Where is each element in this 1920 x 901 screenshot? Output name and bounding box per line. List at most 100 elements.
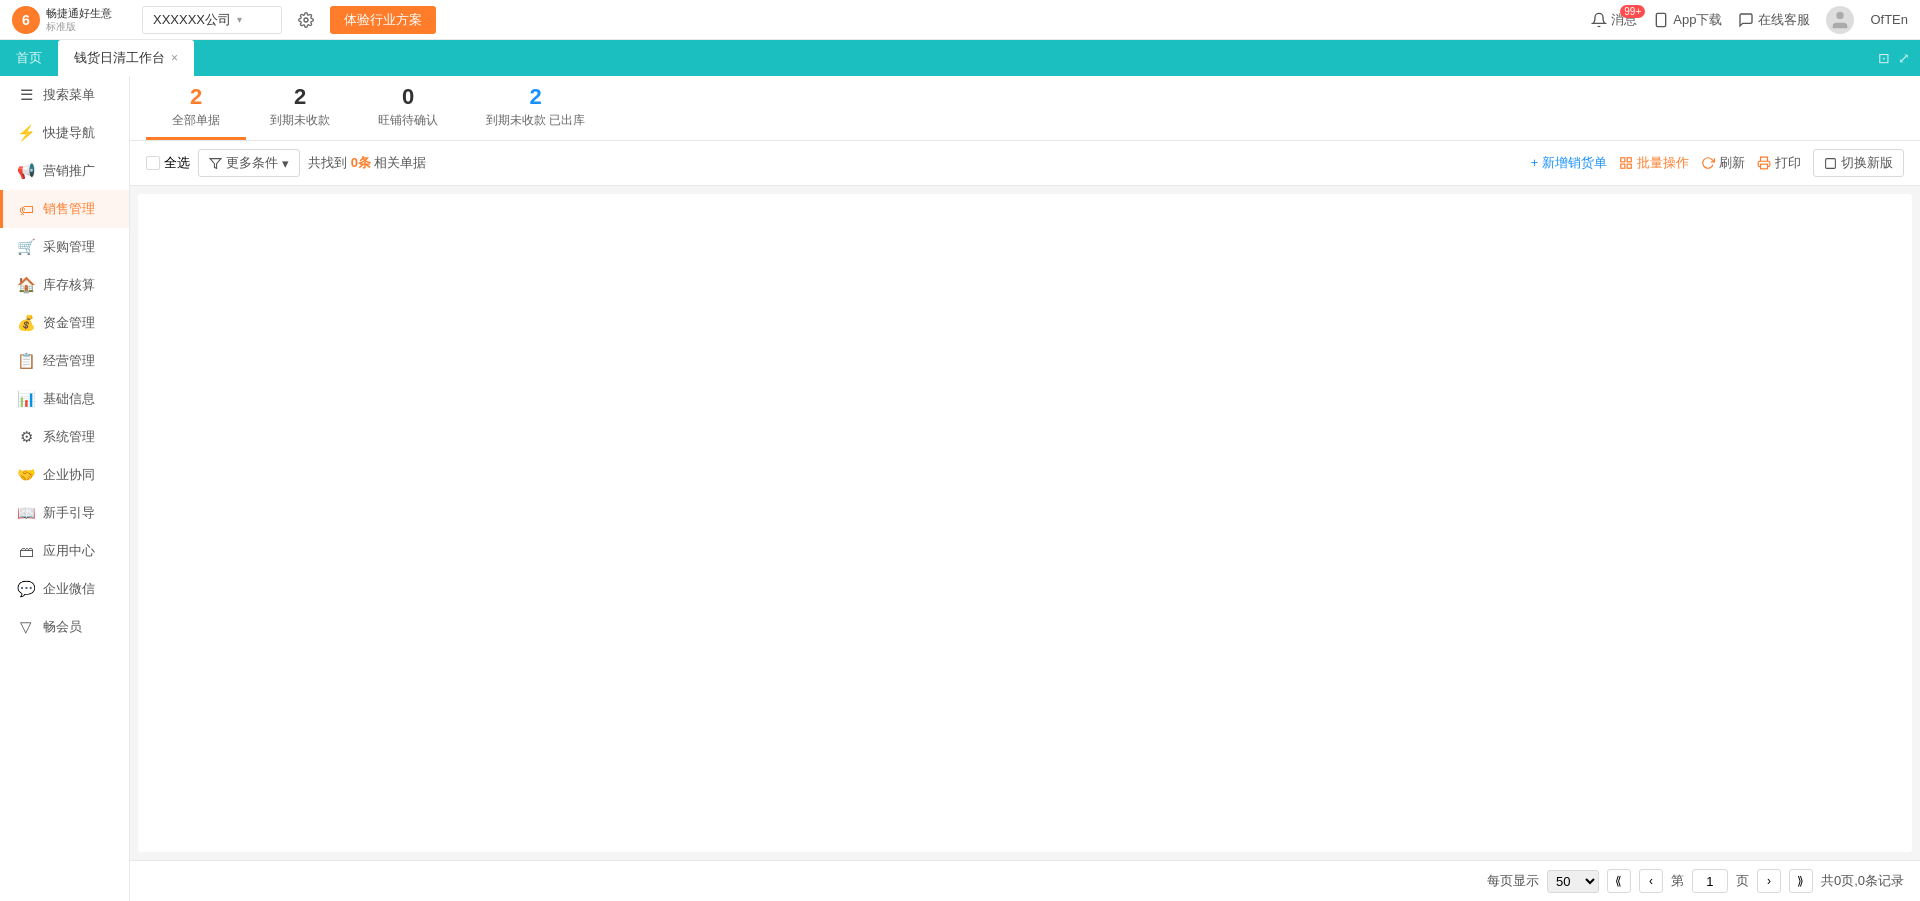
svg-rect-9 xyxy=(1761,164,1768,169)
stat-label-overdue: 到期未收款 xyxy=(270,112,330,129)
svg-marker-4 xyxy=(210,158,221,168)
content-area: 2 全部单据 2 到期未收款 0 旺铺待确认 2 到期未收款 已出库 全选 xyxy=(130,76,1920,901)
app-download-action[interactable]: App下载 xyxy=(1653,11,1722,29)
batch-icon xyxy=(1619,156,1633,170)
sidebar-item-purchase-mgmt[interactable]: 🛒 采购管理 xyxy=(0,228,129,266)
svg-point-0 xyxy=(304,18,308,22)
main-layout: ☰ 搜索菜单 ⚡ 快捷导航 📢 营销推广 🏷 销售管理 🛒 采购管理 🏠 库存核… xyxy=(0,76,1920,901)
experience-btn[interactable]: 体验行业方案 xyxy=(330,6,436,34)
company-name: XXXXXX公司 xyxy=(153,11,231,29)
sidebar-item-label: 基础信息 xyxy=(43,390,95,408)
sidebar-item-label: 营销推广 xyxy=(43,162,95,180)
tab-actions: ⊡ ⤢ xyxy=(1878,50,1920,66)
toolbar: 全选 更多条件 ▾ 共找到 0条 相关单据 + 新增销货单 xyxy=(130,141,1920,186)
nav-tabs: 首页 钱货日清工作台 × ⊡ ⤢ xyxy=(0,40,1920,76)
sidebar-item-marketing[interactable]: 📢 营销推广 xyxy=(0,152,129,190)
page-size-label: 每页显示 xyxy=(1487,872,1539,890)
tab-expand-icon[interactable]: ⤢ xyxy=(1898,50,1910,66)
sidebar-item-label: 企业协同 xyxy=(43,466,95,484)
switch-version-button[interactable]: 切换新版 xyxy=(1813,149,1904,177)
sidebar-item-member[interactable]: ▽ 畅会员 xyxy=(0,608,129,646)
message-badge: 99+ xyxy=(1620,5,1645,18)
stat-tab-overdue[interactable]: 2 到期未收款 xyxy=(246,76,354,140)
next-page-button[interactable]: › xyxy=(1757,869,1781,893)
online-service-action[interactable]: 在线客服 xyxy=(1738,11,1810,29)
top-header: 6 畅捷通好生意 标准版 XXXXXX公司 ▾ 体验行业方案 消息 99+ xyxy=(0,0,1920,40)
svg-rect-8 xyxy=(1621,164,1625,168)
stat-label-overdue-shipped: 到期未收款 已出库 xyxy=(486,112,585,129)
svg-rect-10 xyxy=(1826,158,1836,168)
sidebar-item-label: 库存核算 xyxy=(43,276,95,294)
sidebar-item-system-mgmt[interactable]: ⚙ 系统管理 xyxy=(0,418,129,456)
sales-mgmt-icon: 🏷 xyxy=(17,201,35,218)
sidebar-item-beginner-guide[interactable]: 📖 新手引导 xyxy=(0,494,129,532)
page-label-suffix: 页 xyxy=(1736,872,1749,890)
basic-info-icon: 📊 xyxy=(17,390,35,408)
sidebar-item-label: 畅会员 xyxy=(43,618,82,636)
sidebar: ☰ 搜索菜单 ⚡ 快捷导航 📢 营销推广 🏷 销售管理 🛒 采购管理 🏠 库存核… xyxy=(0,76,130,901)
first-page-button[interactable]: ⟪ xyxy=(1607,869,1631,893)
system-mgmt-icon: ⚙ xyxy=(17,428,35,446)
stat-tab-pending[interactable]: 0 旺铺待确认 xyxy=(354,76,462,140)
inventory-icon: 🏠 xyxy=(17,276,35,294)
sidebar-item-label: 新手引导 xyxy=(43,504,95,522)
tab-minimize-icon[interactable]: ⊡ xyxy=(1878,50,1890,66)
sidebar-item-enterprise-wechat[interactable]: 💬 企业微信 xyxy=(0,570,129,608)
marketing-icon: 📢 xyxy=(17,162,35,180)
stat-number-overdue: 2 xyxy=(294,84,306,110)
sidebar-item-basic-info[interactable]: 📊 基础信息 xyxy=(0,380,129,418)
sidebar-item-search-menu[interactable]: ☰ 搜索菜单 xyxy=(0,76,129,114)
svg-rect-5 xyxy=(1621,158,1625,162)
stat-number-pending: 0 xyxy=(402,84,414,110)
page-size-select[interactable]: 50 10 20 100 xyxy=(1547,870,1599,893)
refresh-button[interactable]: 刷新 xyxy=(1701,154,1745,172)
batch-operation-button[interactable]: 批量操作 xyxy=(1619,154,1689,172)
operations-mgmt-icon: 📋 xyxy=(17,352,35,370)
sidebar-item-label: 系统管理 xyxy=(43,428,95,446)
sidebar-item-operations-mgmt[interactable]: 📋 经营管理 xyxy=(0,342,129,380)
stat-tab-overdue-shipped[interactable]: 2 到期未收款 已出库 xyxy=(462,76,609,140)
stats-tabs: 2 全部单据 2 到期未收款 0 旺铺待确认 2 到期未收款 已出库 xyxy=(130,76,1920,141)
sidebar-item-label: 销售管理 xyxy=(43,200,95,218)
avatar[interactable] xyxy=(1826,6,1854,34)
stat-tab-all[interactable]: 2 全部单据 xyxy=(146,76,246,140)
svg-rect-1 xyxy=(1657,13,1666,26)
app-download-label: App下载 xyxy=(1673,11,1722,29)
add-sales-order-button[interactable]: + 新增销货单 xyxy=(1531,154,1607,172)
svg-rect-7 xyxy=(1627,164,1631,168)
switch-icon xyxy=(1824,157,1837,170)
page-label: 第 xyxy=(1671,872,1684,890)
sidebar-item-enterprise-collab[interactable]: 🤝 企业协同 xyxy=(0,456,129,494)
select-all-area[interactable]: 全选 xyxy=(146,154,190,172)
company-selector[interactable]: XXXXXX公司 ▾ xyxy=(142,6,282,34)
settings-button[interactable] xyxy=(292,6,320,34)
sidebar-item-sales-mgmt[interactable]: 🏷 销售管理 xyxy=(0,190,129,228)
sidebar-item-label: 经营管理 xyxy=(43,352,95,370)
print-button[interactable]: 打印 xyxy=(1757,154,1801,172)
sidebar-item-label: 资金管理 xyxy=(43,314,95,332)
select-all-checkbox[interactable] xyxy=(146,156,160,170)
select-all-label: 全选 xyxy=(164,154,190,172)
sidebar-item-capital-mgmt[interactable]: 💰 资金管理 xyxy=(0,304,129,342)
username: OfTEn xyxy=(1870,12,1908,27)
message-action[interactable]: 消息 99+ xyxy=(1591,11,1637,29)
chevron-down-icon: ▾ xyxy=(237,14,242,25)
sidebar-item-quick-nav[interactable]: ⚡ 快捷导航 xyxy=(0,114,129,152)
enterprise-wechat-icon: 💬 xyxy=(17,580,35,598)
sidebar-item-inventory[interactable]: 🏠 库存核算 xyxy=(0,266,129,304)
sidebar-item-label: 应用中心 xyxy=(43,542,95,560)
tab-home[interactable]: 首页 xyxy=(0,40,58,76)
sidebar-item-app-center[interactable]: 🗃 应用中心 xyxy=(0,532,129,570)
prev-page-button[interactable]: ‹ xyxy=(1639,869,1663,893)
refresh-icon xyxy=(1701,156,1715,170)
tab-workbench[interactable]: 钱货日清工作台 × xyxy=(58,40,194,76)
last-page-button[interactable]: ⟫ xyxy=(1789,869,1813,893)
tab-close-icon[interactable]: × xyxy=(171,51,178,65)
online-service-label: 在线客服 xyxy=(1758,11,1810,29)
filter-button[interactable]: 更多条件 ▾ xyxy=(198,149,300,177)
page-number-input[interactable] xyxy=(1692,869,1728,893)
stat-number-all: 2 xyxy=(190,84,202,110)
quick-nav-icon: ⚡ xyxy=(17,124,35,142)
total-info: 共0页,0条记录 xyxy=(1821,872,1904,890)
logo-text: 畅捷通好生意 标准版 xyxy=(46,6,112,33)
